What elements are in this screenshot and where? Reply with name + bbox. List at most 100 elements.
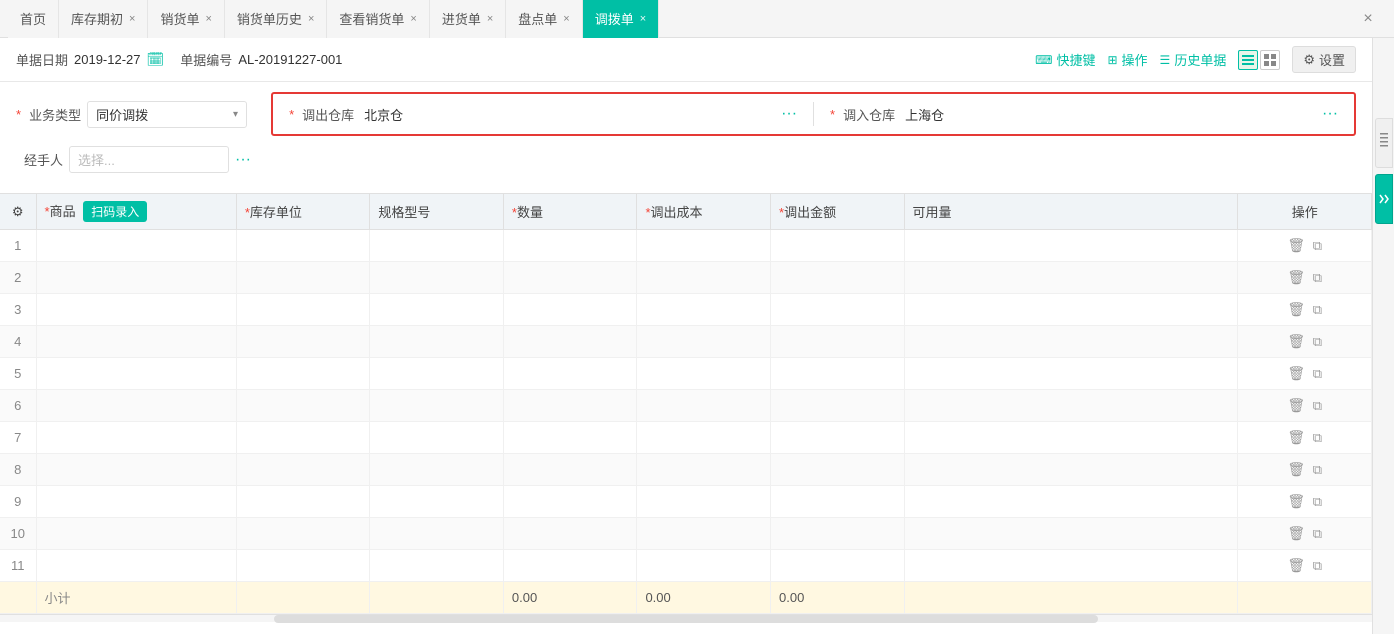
row-amount-7[interactable] xyxy=(771,422,905,454)
row-quantity-4[interactable] xyxy=(503,326,637,358)
row-cost-10[interactable] xyxy=(637,518,771,550)
copy-icon-1[interactable]: ⧉ xyxy=(1313,238,1322,253)
tab-home[interactable]: 首页 xyxy=(8,0,59,38)
copy-icon-11[interactable]: ⧉ xyxy=(1313,558,1322,573)
row-available-5[interactable] xyxy=(904,358,1238,390)
row-quantity-8[interactable] xyxy=(503,454,637,486)
tab-inventory-init[interactable]: 库存期初 × xyxy=(59,0,148,38)
row-quantity-1[interactable] xyxy=(503,230,637,262)
row-cost-8[interactable] xyxy=(637,454,771,486)
row-spec-10[interactable] xyxy=(370,518,504,550)
row-unit-4[interactable] xyxy=(236,326,370,358)
scan-btn[interactable]: 扫码录入 xyxy=(83,201,147,222)
delete-icon-2[interactable]: 🗑 xyxy=(1287,269,1305,285)
row-spec-3[interactable] xyxy=(370,294,504,326)
row-product-6[interactable] xyxy=(36,390,236,422)
copy-icon-7[interactable]: ⧉ xyxy=(1313,430,1322,445)
row-amount-5[interactable] xyxy=(771,358,905,390)
layout-grid-btn[interactable] xyxy=(1260,50,1280,70)
copy-icon-10[interactable]: ⧉ xyxy=(1313,526,1322,541)
row-spec-5[interactable] xyxy=(370,358,504,390)
transfer-in-more[interactable]: ··· xyxy=(1322,106,1338,122)
row-spec-6[interactable] xyxy=(370,390,504,422)
row-product-9[interactable] xyxy=(36,486,236,518)
transfer-out-more[interactable]: ··· xyxy=(781,106,797,122)
row-unit-3[interactable] xyxy=(236,294,370,326)
row-cost-5[interactable] xyxy=(637,358,771,390)
row-spec-11[interactable] xyxy=(370,550,504,582)
row-amount-10[interactable] xyxy=(771,518,905,550)
copy-icon-6[interactable]: ⧉ xyxy=(1313,398,1322,413)
row-product-5[interactable] xyxy=(36,358,236,390)
close-view-sales[interactable]: × xyxy=(410,13,416,25)
row-amount-11[interactable] xyxy=(771,550,905,582)
row-available-7[interactable] xyxy=(904,422,1238,454)
row-unit-9[interactable] xyxy=(236,486,370,518)
row-cost-3[interactable] xyxy=(637,294,771,326)
copy-icon-8[interactable]: ⧉ xyxy=(1313,462,1322,477)
calendar-icon[interactable]: 🗓 xyxy=(147,51,165,68)
row-quantity-7[interactable] xyxy=(503,422,637,454)
row-spec-7[interactable] xyxy=(370,422,504,454)
delete-icon-11[interactable]: 🗑 xyxy=(1287,557,1305,573)
delete-icon-8[interactable]: 🗑 xyxy=(1287,461,1305,477)
gear-icon[interactable]: ⚙ xyxy=(12,204,24,219)
row-available-6[interactable] xyxy=(904,390,1238,422)
row-unit-10[interactable] xyxy=(236,518,370,550)
row-spec-9[interactable] xyxy=(370,486,504,518)
shortcut-action[interactable]: ⌨ 快捷键 xyxy=(1035,50,1095,69)
settings-button[interactable]: ⚙ 设置 xyxy=(1292,46,1356,73)
copy-icon-4[interactable]: ⧉ xyxy=(1313,334,1322,349)
row-spec-2[interactable] xyxy=(370,262,504,294)
row-unit-2[interactable] xyxy=(236,262,370,294)
row-available-8[interactable] xyxy=(904,454,1238,486)
tab-transfer[interactable]: 调拨单 × xyxy=(583,0,659,38)
row-product-8[interactable] xyxy=(36,454,236,486)
row-spec-8[interactable] xyxy=(370,454,504,486)
delete-icon-3[interactable]: 🗑 xyxy=(1287,301,1305,317)
copy-icon-5[interactable]: ⧉ xyxy=(1313,366,1322,381)
row-available-11[interactable] xyxy=(904,550,1238,582)
row-cost-4[interactable] xyxy=(637,326,771,358)
delete-icon-4[interactable]: 🗑 xyxy=(1287,333,1305,349)
business-type-select[interactable]: 同价调拨 ▾ xyxy=(87,101,247,128)
row-unit-7[interactable] xyxy=(236,422,370,454)
row-amount-9[interactable] xyxy=(771,486,905,518)
tab-view-sales[interactable]: 查看销货单 × xyxy=(327,0,429,38)
row-available-1[interactable] xyxy=(904,230,1238,262)
row-unit-5[interactable] xyxy=(236,358,370,390)
close-inventory-init[interactable]: × xyxy=(129,13,135,25)
delete-icon-6[interactable]: 🗑 xyxy=(1287,397,1305,413)
row-product-10[interactable] xyxy=(36,518,236,550)
row-cost-2[interactable] xyxy=(637,262,771,294)
delete-icon-9[interactable]: 🗑 xyxy=(1287,493,1305,509)
row-amount-2[interactable] xyxy=(771,262,905,294)
handler-more[interactable]: ··· xyxy=(235,152,251,168)
row-product-11[interactable] xyxy=(36,550,236,582)
close-transfer[interactable]: × xyxy=(640,13,646,25)
close-purchase-order[interactable]: × xyxy=(487,13,493,25)
horizontal-scrollbar-area[interactable] xyxy=(0,614,1372,622)
row-unit-6[interactable] xyxy=(236,390,370,422)
sidebar-list-btn[interactable] xyxy=(1375,118,1393,168)
row-product-4[interactable] xyxy=(36,326,236,358)
row-quantity-6[interactable] xyxy=(503,390,637,422)
row-available-2[interactable] xyxy=(904,262,1238,294)
row-product-1[interactable] xyxy=(36,230,236,262)
row-quantity-10[interactable] xyxy=(503,518,637,550)
row-spec-4[interactable] xyxy=(370,326,504,358)
row-amount-8[interactable] xyxy=(771,454,905,486)
row-quantity-2[interactable] xyxy=(503,262,637,294)
row-product-7[interactable] xyxy=(36,422,236,454)
row-spec-1[interactable] xyxy=(370,230,504,262)
delete-icon-5[interactable]: 🗑 xyxy=(1287,365,1305,381)
row-cost-7[interactable] xyxy=(637,422,771,454)
row-cost-6[interactable] xyxy=(637,390,771,422)
tab-stocktake[interactable]: 盘点单 × xyxy=(506,0,582,38)
row-amount-6[interactable] xyxy=(771,390,905,422)
close-sales-order[interactable]: × xyxy=(205,13,211,25)
layout-list-btn[interactable] xyxy=(1238,50,1258,70)
tab-sales-history[interactable]: 销货单历史 × xyxy=(225,0,327,38)
operation-action[interactable]: ⊞ 操作 xyxy=(1107,50,1147,69)
close-stocktake[interactable]: × xyxy=(563,13,569,25)
